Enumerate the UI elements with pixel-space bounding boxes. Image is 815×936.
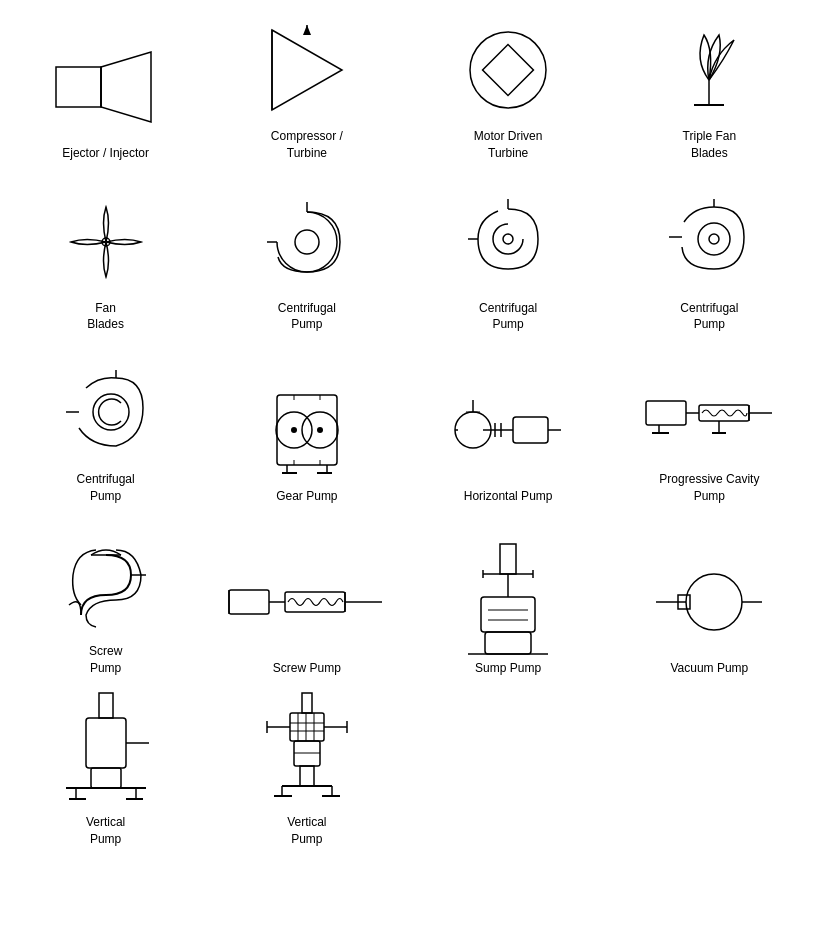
svg-marker-3 xyxy=(272,30,342,110)
item-vertical-pump-1[interactable]: VerticalPump xyxy=(10,696,201,858)
svg-point-32 xyxy=(291,427,297,433)
symbol-progressive-cavity-pump xyxy=(649,363,769,463)
label-vacuum-pump: Vacuum Pump xyxy=(670,660,748,677)
svg-rect-47 xyxy=(646,401,686,425)
svg-rect-0 xyxy=(56,67,101,107)
item-vertical-pump-2[interactable]: VerticalPump xyxy=(211,696,402,858)
item-centrifugal-pump-3[interactable]: CentrifugalPump xyxy=(614,182,805,344)
item-screw-pump-1[interactable]: ScrewPump xyxy=(10,525,201,687)
label-triple-fan-blades: Triple FanBlades xyxy=(683,128,737,162)
svg-point-20 xyxy=(698,223,730,255)
svg-point-33 xyxy=(317,427,323,433)
item-screw-pump-2[interactable]: Screw Pump xyxy=(211,525,402,687)
label-centrifugal-pump-2: CentrifugalPump xyxy=(479,300,537,334)
symbol-triple-fan-blades xyxy=(649,20,769,120)
label-progressive-cavity-pump: Progressive CavityPump xyxy=(659,471,759,505)
svg-rect-58 xyxy=(229,590,269,614)
svg-marker-1 xyxy=(101,52,151,122)
item-fan-blades[interactable]: FanBlades xyxy=(10,182,201,344)
symbol-motor-driven-turbine xyxy=(448,20,568,120)
label-fan-blades: FanBlades xyxy=(87,300,124,334)
symbol-sump-pump xyxy=(448,552,568,652)
svg-rect-70 xyxy=(485,632,531,654)
item-gear-pump[interactable]: Gear Pump xyxy=(211,353,402,515)
item-triple-fan-blades[interactable]: Triple FanBlades xyxy=(614,10,805,172)
symbol-centrifugal-pump-3 xyxy=(649,192,769,292)
label-compressor-turbine: Compressor /Turbine xyxy=(271,128,343,162)
svg-point-21 xyxy=(709,234,719,244)
label-horizontal-pump: Horizontal Pump xyxy=(464,488,553,505)
item-compressor-turbine[interactable]: Compressor /Turbine xyxy=(211,10,402,172)
symbol-gear-pump xyxy=(247,380,367,480)
svg-rect-64 xyxy=(500,544,516,574)
item-centrifugal-pump-1[interactable]: CentrifugalPump xyxy=(211,182,402,344)
symbol-centrifugal-pump-4 xyxy=(46,363,166,463)
symbol-screw-pump-2 xyxy=(247,552,367,652)
label-ejector-injector: Ejector / Injector xyxy=(62,145,149,162)
label-vertical-pump-1: VerticalPump xyxy=(86,814,125,848)
svg-rect-88 xyxy=(290,713,324,741)
symbol-centrifugal-pump-2 xyxy=(448,192,568,292)
svg-point-17 xyxy=(503,234,513,244)
item-centrifugal-pump-2[interactable]: CentrifugalPump xyxy=(413,182,604,344)
svg-rect-8 xyxy=(483,45,534,96)
label-centrifugal-pump-3: CentrifugalPump xyxy=(680,300,738,334)
item-sump-pump[interactable]: Sump Pump xyxy=(413,525,604,687)
svg-point-74 xyxy=(686,574,742,630)
item-motor-driven-turbine[interactable]: Motor DrivenTurbine xyxy=(413,10,604,172)
item-centrifugal-pump-4[interactable]: CentrifugalPump xyxy=(10,353,201,515)
label-centrifugal-pump-1: CentrifugalPump xyxy=(278,300,336,334)
symbol-horizontal-pump xyxy=(448,380,568,480)
symbol-screw-pump-1 xyxy=(46,535,166,635)
label-motor-driven-turbine: Motor DrivenTurbine xyxy=(474,128,543,162)
label-sump-pump: Sump Pump xyxy=(475,660,541,677)
svg-rect-69 xyxy=(481,597,535,632)
symbol-grid: Ejector / Injector Compressor /Turbine xyxy=(0,0,815,868)
item-progressive-cavity-pump[interactable]: Progressive CavityPump xyxy=(614,353,805,515)
svg-rect-87 xyxy=(302,693,312,713)
symbol-compressor-turbine xyxy=(247,20,367,120)
symbol-centrifugal-pump-1 xyxy=(247,192,367,292)
svg-point-14 xyxy=(295,230,319,254)
label-centrifugal-pump-4: CentrifugalPump xyxy=(77,471,135,505)
item-ejector-injector[interactable]: Ejector / Injector xyxy=(10,10,201,172)
symbol-ejector-injector xyxy=(46,37,166,137)
svg-rect-38 xyxy=(513,417,548,443)
label-gear-pump: Gear Pump xyxy=(276,488,337,505)
symbol-vertical-pump-1 xyxy=(46,706,166,806)
item-vacuum-pump[interactable]: Vacuum Pump xyxy=(614,525,805,687)
svg-marker-6 xyxy=(303,25,311,35)
label-screw-pump-1: ScrewPump xyxy=(89,643,122,677)
svg-rect-81 xyxy=(91,768,121,788)
symbol-fan-blades xyxy=(46,192,166,292)
svg-rect-78 xyxy=(99,693,113,718)
symbol-vacuum-pump xyxy=(649,552,769,652)
label-vertical-pump-2: VerticalPump xyxy=(287,814,326,848)
svg-rect-79 xyxy=(86,718,126,768)
svg-rect-100 xyxy=(300,766,314,786)
svg-rect-25 xyxy=(277,395,337,465)
svg-point-7 xyxy=(470,32,546,108)
item-horizontal-pump[interactable]: Horizontal Pump xyxy=(413,353,604,515)
symbol-vertical-pump-2 xyxy=(247,706,367,806)
label-screw-pump-2: Screw Pump xyxy=(273,660,341,677)
